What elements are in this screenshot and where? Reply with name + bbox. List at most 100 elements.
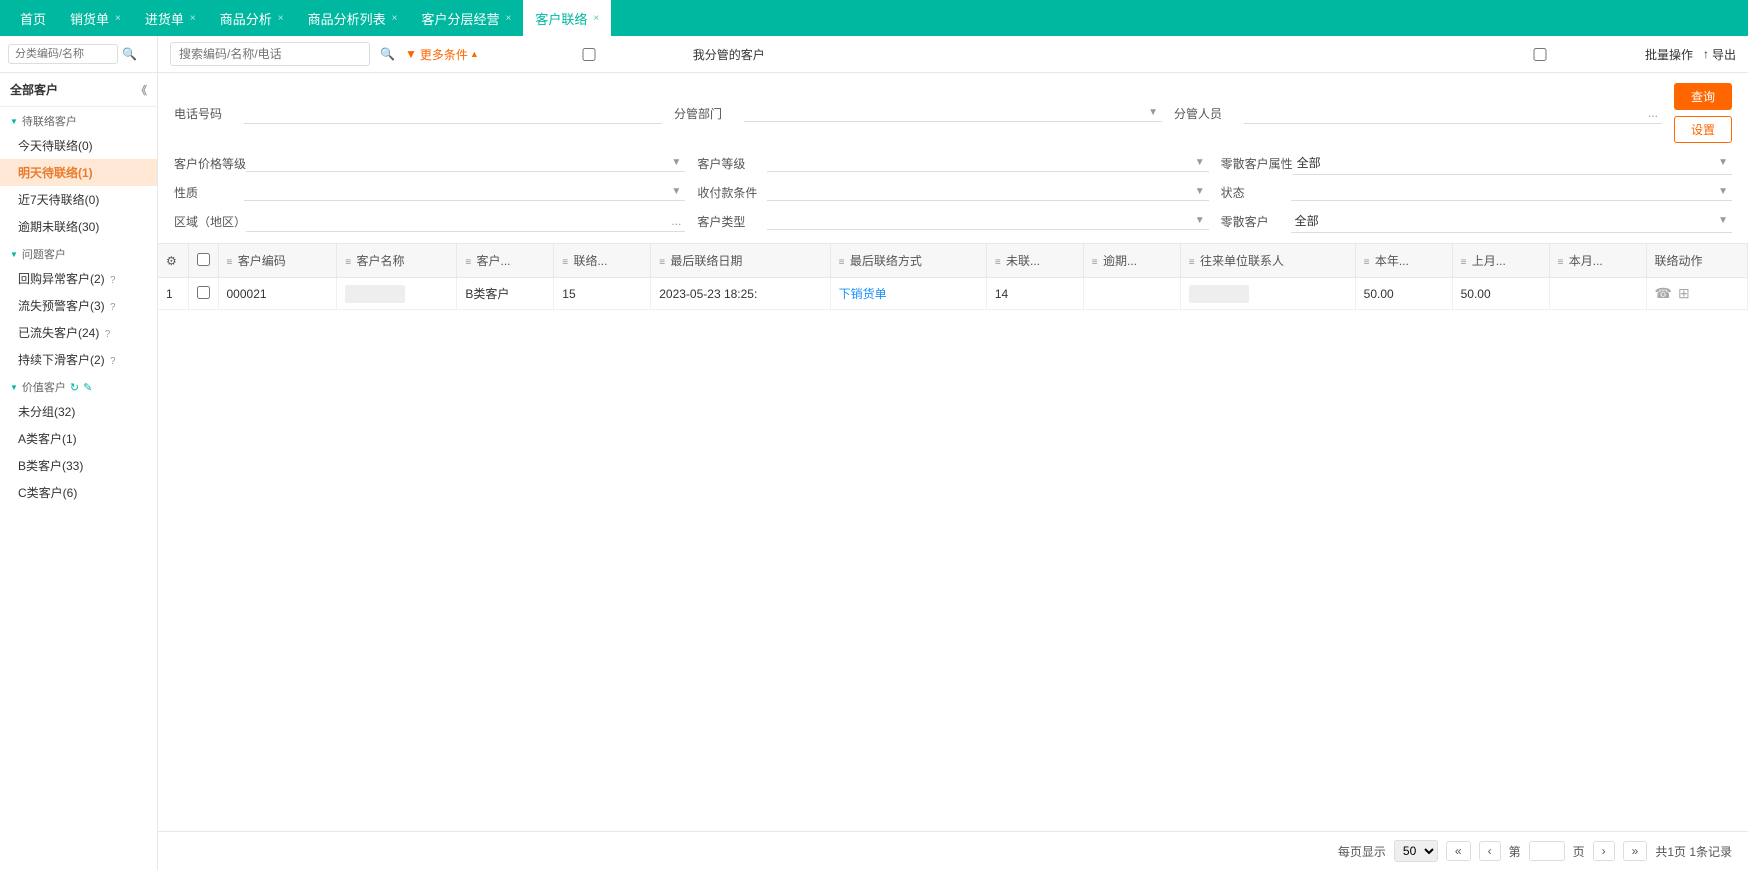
col-icon-year: ≡ [1364, 257, 1370, 268]
sidebar-item-class-b[interactable]: B类客户(33) [0, 452, 157, 479]
row-this-month [1549, 278, 1646, 310]
prev-page-button[interactable]: ‹ [1479, 841, 1501, 861]
top-nav: 首页 销货单 × 进货单 × 商品分析 × 商品分析列表 × 客户分层经营 × … [0, 0, 1748, 36]
dept-arrow-icon: ▼ [1148, 107, 1158, 118]
last-contact-method-link[interactable]: 下销货单 [839, 287, 887, 301]
my-customers-check[interactable] [489, 48, 689, 61]
sidebar-item-declining[interactable]: 持续下滑客户(2) ? [0, 346, 157, 373]
col-icon-uncontacted: ≡ [995, 257, 1001, 268]
col-unit-contact[interactable]: ≡ 往来单位联系人 [1180, 244, 1355, 278]
price-level-arrow-icon: ▼ [671, 157, 681, 168]
dept-select[interactable]: ▼ [744, 104, 1162, 122]
close-sales-order-icon[interactable]: × [115, 13, 121, 24]
filter-row-4: 区域（地区） ... 客户类型 ▼ 零散客户 全部 ▼ [174, 209, 1732, 233]
sidebar-item-7days[interactable]: 近7天待联络(0) [0, 186, 157, 213]
nav-customer-contact[interactable]: 客户联络 × [523, 0, 611, 36]
first-page-button[interactable]: « [1446, 841, 1471, 861]
nav-customer-tier[interactable]: 客户分层经营 × [409, 0, 523, 36]
phone-input[interactable] [244, 103, 662, 124]
filter-bar-right: 批量操作 ↑ 导出 [1440, 46, 1736, 63]
sidebar-item-tomorrow[interactable]: 明天待联络(1) [0, 159, 157, 186]
more-conditions-button[interactable]: ▼ 更多条件 ▲ [405, 46, 479, 63]
nav-product-analysis-list[interactable]: 商品分析列表 × [296, 0, 410, 36]
settings-button[interactable]: 设置 [1674, 116, 1732, 143]
per-page-label: 每页显示 [1338, 843, 1386, 860]
nav-sales-order[interactable]: 销货单 × [58, 0, 133, 36]
nav-purchase-order[interactable]: 进货单 × [133, 0, 208, 36]
filter-row-1: 电话号码 分管部门 ▼ 分管人员 ... 查询 [174, 83, 1732, 143]
col-actions: 联络动作 [1646, 244, 1747, 278]
col-uncontacted[interactable]: ≡ 未联... [986, 244, 1083, 278]
filter-status: 状态 ▼ [1221, 183, 1732, 201]
col-code[interactable]: ≡ 客户编码 [218, 244, 337, 278]
row-unit-contact [1180, 278, 1355, 310]
batch-op-check[interactable] [1440, 48, 1640, 61]
batch-op-button[interactable]: 批量操作 [1440, 46, 1693, 63]
payment-label: 收付款条件 [697, 184, 767, 201]
search-input[interactable] [170, 42, 370, 66]
col-customer-type[interactable]: ≡ 客户... [457, 244, 554, 278]
sidebar-item-class-a[interactable]: A类客户(1) [0, 425, 157, 452]
col-settings[interactable]: ⚙ [158, 244, 188, 278]
status-select[interactable]: ▼ [1291, 183, 1732, 201]
col-last-month[interactable]: ≡ 上月... [1452, 244, 1549, 278]
payment-select[interactable]: ▼ [767, 183, 1208, 201]
nature-select[interactable]: ▼ [244, 183, 685, 201]
per-page-select[interactable]: 50 [1394, 840, 1438, 862]
close-customer-tier-icon[interactable]: × [505, 13, 511, 24]
nav-home[interactable]: 首页 [8, 0, 58, 36]
sidebar-item-today[interactable]: 今天待联络(0) [0, 132, 157, 159]
sidebar-item-churned[interactable]: 已流失客户(24) ? [0, 319, 157, 346]
retail-customer-label: 零散客户 [1221, 213, 1291, 230]
row-check[interactable] [197, 286, 210, 299]
table-wrapper: ⚙ ≡ 客户编码 ≡ 客户名称 [158, 244, 1748, 831]
region-input[interactable]: ... [246, 211, 685, 232]
filter-dept: 分管部门 ▼ [674, 104, 1162, 122]
row-contact-count: 15 [554, 278, 651, 310]
contact-action-icon[interactable]: ☎ [1655, 285, 1672, 302]
status-label: 状态 [1221, 184, 1291, 201]
next-page-button[interactable]: › [1593, 841, 1615, 861]
col-name[interactable]: ≡ 客户名称 [337, 244, 457, 278]
main-layout: 🔍 全部客户 《 待联络客户 今天待联络(0) 明天待联络(1) 近7天待联络(… [0, 36, 1748, 870]
sidebar-search-input[interactable] [8, 44, 118, 64]
sidebar-item-overdue[interactable]: 逾期未联络(30) [0, 213, 157, 240]
page-input[interactable]: 1 [1529, 841, 1565, 861]
sidebar-search-icon[interactable]: 🔍 [122, 47, 137, 61]
export-button[interactable]: ↑ 导出 [1703, 46, 1736, 63]
sidebar-item-class-c[interactable]: C类客户(6) [0, 479, 157, 506]
refresh-icon[interactable]: ↻ [70, 381, 79, 394]
col-this-year[interactable]: ≡ 本年... [1355, 244, 1452, 278]
retail-customer-select[interactable]: 全部 ▼ [1291, 209, 1732, 233]
customer-type-select[interactable]: ▼ [767, 212, 1208, 230]
more-action-icon[interactable]: ⊞ [1678, 285, 1690, 302]
col-contact-count[interactable]: ≡ 联络... [554, 244, 651, 278]
sidebar-item-repurchase-abnormal[interactable]: 回购异常客户(2) ? [0, 265, 157, 292]
sidebar-item-unclassified[interactable]: 未分组(32) [0, 398, 157, 425]
col-last-contact-method[interactable]: ≡ 最后联络方式 [830, 244, 986, 278]
close-product-analysis-icon[interactable]: × [278, 13, 284, 24]
col-overdue[interactable]: ≡ 逾期... [1083, 244, 1180, 278]
search-button[interactable]: 🔍 [380, 47, 395, 61]
question-icon-4: ? [110, 356, 116, 367]
col-last-contact-date[interactable]: ≡ 最后联络日期 [651, 244, 830, 278]
close-purchase-order-icon[interactable]: × [190, 13, 196, 24]
last-page-button[interactable]: » [1623, 841, 1648, 861]
col-this-month[interactable]: ≡ 本月... [1549, 244, 1646, 278]
retail-attr-select[interactable]: 全部 ▼ [1293, 151, 1732, 175]
query-button[interactable]: 查询 [1674, 83, 1732, 110]
sidebar-all-customers[interactable]: 全部客户 《 [0, 73, 157, 107]
customer-level-select[interactable]: ▼ [767, 154, 1208, 172]
sidebar-section-problem: 问题客户 [0, 240, 157, 265]
price-level-select[interactable]: ▼ [246, 154, 685, 172]
close-customer-contact-icon[interactable]: × [593, 13, 599, 24]
person-input[interactable]: ... [1244, 103, 1662, 124]
settings-icon[interactable]: ⚙ [166, 254, 177, 268]
nav-product-analysis[interactable]: 商品分析 × [208, 0, 296, 36]
close-product-analysis-list-icon[interactable]: × [392, 13, 398, 24]
my-customers-checkbox[interactable]: 我分管的客户 [489, 46, 765, 63]
select-all-checkbox[interactable] [197, 253, 210, 266]
sidebar-item-churn-warning[interactable]: 流失预警客户(3) ? [0, 292, 157, 319]
question-icon-1: ? [110, 275, 116, 286]
edit-icon[interactable]: ✎ [83, 381, 92, 394]
